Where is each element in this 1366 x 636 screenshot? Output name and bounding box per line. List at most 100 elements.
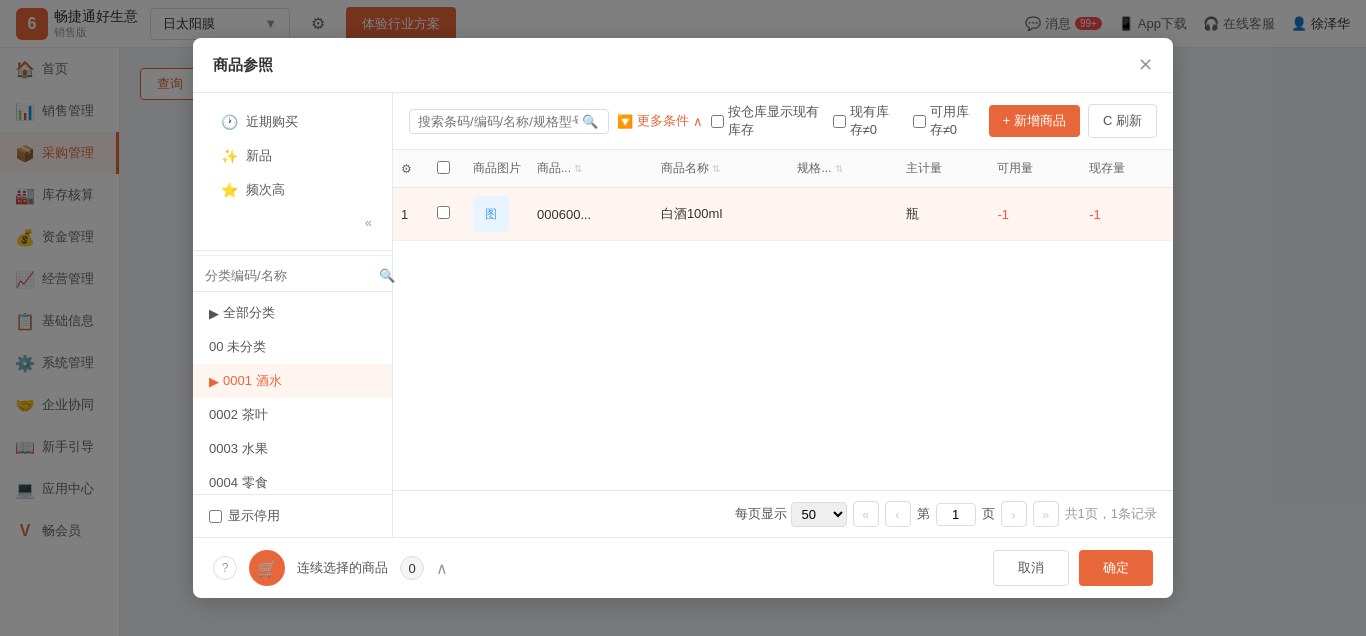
display-disabled-checkbox-wrap[interactable]: 显示停用 <box>209 507 280 525</box>
filter-conditions: 按仓库显示现有库存 现有库存≠0 可用库存≠0 <box>711 103 981 139</box>
usable-not0-label: 可用库存≠0 <box>930 103 981 139</box>
display-disabled-label: 显示停用 <box>228 507 280 525</box>
product-table: ⚙ 商品图片 商品... ⇅ <box>393 150 1173 241</box>
modal-overlay: 商品参照 ✕ 🕐 近期购买 ✨ 新品 <box>0 0 1366 636</box>
usable-not0-checkbox[interactable] <box>913 115 926 128</box>
col-settings-icon[interactable]: ⚙ <box>401 162 412 176</box>
product-name: 白酒100ml <box>661 206 722 221</box>
by-warehouse-checkbox-wrap[interactable]: 按仓库显示现有库存 <box>711 103 821 139</box>
continuous-count-badge: 0 <box>400 556 424 580</box>
category-search-input[interactable] <box>205 268 373 283</box>
spec-sort-icon: ⇅ <box>835 163 843 174</box>
image-icon: 图 <box>485 206 497 223</box>
product-search-icon[interactable]: 🔍 <box>582 114 598 129</box>
modal-title: 商品参照 <box>213 56 273 75</box>
category-search-box: 🔍 <box>193 260 392 292</box>
usable-not0-checkbox-wrap[interactable]: 可用库存≠0 <box>913 103 981 139</box>
row-name-cell: 白酒100ml <box>653 188 790 241</box>
frequent-label: 频次高 <box>246 181 285 199</box>
collapse-icon: « <box>365 215 372 230</box>
category-all[interactable]: ▶ 全部分类 <box>193 296 392 330</box>
category-all-arrow: ▶ <box>209 306 219 321</box>
row-index: 1 <box>393 188 429 241</box>
page-end-label: 页 <box>982 505 995 523</box>
right-panel: 🔍 🔽 更多条件 ∧ 按仓库显示现有库存 <box>393 93 1173 537</box>
category-uncategorized-label: 00 未分类 <box>209 338 266 356</box>
display-disabled-checkbox[interactable] <box>209 510 222 523</box>
category-fruit[interactable]: 0003 水果 <box>193 432 392 466</box>
category-tea-label: 0002 茶叶 <box>209 406 268 424</box>
product-reference-modal: 商品参照 ✕ 🕐 近期购买 ✨ 新品 <box>193 38 1173 598</box>
col-current-label: 现存量 <box>1089 161 1125 175</box>
by-warehouse-checkbox[interactable] <box>711 115 724 128</box>
next-page-button[interactable]: › <box>1001 501 1027 527</box>
left-panel: 🕐 近期购买 ✨ 新品 ⭐ 频次高 « <box>193 93 393 537</box>
by-warehouse-label: 按仓库显示现有库存 <box>728 103 821 139</box>
confirm-button[interactable]: 确定 <box>1079 550 1153 586</box>
prev-page-button[interactable]: ‹ <box>885 501 911 527</box>
new-products-item[interactable]: ✨ 新品 <box>205 139 380 173</box>
name-sort-icon: ⇅ <box>712 163 720 174</box>
refresh-button[interactable]: C 刷新 <box>1088 104 1157 138</box>
filter-icon: 🔽 <box>617 114 633 129</box>
col-unit-label: 主计量 <box>906 161 942 175</box>
add-product-button[interactable]: + 新增商品 <box>989 105 1080 137</box>
product-available: -1 <box>997 207 1009 222</box>
available-not0-checkbox[interactable] <box>833 115 846 128</box>
frequent-item[interactable]: ⭐ 频次高 <box>205 173 380 207</box>
category-snack[interactable]: 0004 零食 <box>193 466 392 494</box>
cancel-button[interactable]: 取消 <box>993 550 1069 586</box>
category-liquor-arrow: ▶ <box>209 374 219 389</box>
panel-divider <box>193 255 392 256</box>
display-disabled-section: 显示停用 <box>193 494 392 537</box>
row-image-cell: 图 <box>465 188 529 241</box>
cart-button[interactable]: 🛒 <box>249 550 285 586</box>
category-liquor[interactable]: ▶ 0001 酒水 <box>193 364 392 398</box>
filter-label: 更多条件 <box>637 112 689 130</box>
recent-purchase-label: 近期购买 <box>246 113 298 131</box>
table-row[interactable]: 1 图 000600... <box>393 188 1173 241</box>
filter-up-icon: ∧ <box>693 114 703 129</box>
quick-items-section: 🕐 近期购买 ✨ 新品 ⭐ 频次高 « <box>193 93 392 251</box>
collapse-panel-button[interactable]: « <box>205 207 380 238</box>
new-products-label: 新品 <box>246 147 272 165</box>
help-icon[interactable]: ? <box>213 556 237 580</box>
row-current-cell: -1 <box>1081 188 1173 241</box>
collapse-up-icon[interactable]: ∧ <box>436 559 448 578</box>
modal-body: 🕐 近期购买 ✨ 新品 ⭐ 频次高 « <box>193 93 1173 537</box>
col-code-label: 商品... <box>537 161 571 175</box>
col-spec-label: 规格... <box>797 161 831 175</box>
category-list: ▶ 全部分类 00 未分类 ▶ 0001 酒水 0002 茶叶 0003 水果 <box>193 292 392 494</box>
row-spec-cell <box>789 188 897 241</box>
table-header-row: ⚙ 商品图片 商品... ⇅ <box>393 150 1173 188</box>
recent-purchase-item[interactable]: 🕐 近期购买 <box>205 105 380 139</box>
row-code-cell: 000600... <box>529 188 653 241</box>
product-toolbar: 🔍 🔽 更多条件 ∧ 按仓库显示现有库存 <box>393 93 1173 150</box>
product-search-input[interactable] <box>418 114 578 129</box>
col-checkbox <box>429 150 465 188</box>
product-table-wrap: ⚙ 商品图片 商品... ⇅ <box>393 150 1173 490</box>
more-filter-button[interactable]: 🔽 更多条件 ∧ <box>617 112 703 130</box>
product-search-wrap: 🔍 <box>409 109 609 134</box>
row-select-checkbox[interactable] <box>437 206 450 219</box>
col-code-header: 商品... ⇅ <box>529 150 653 188</box>
product-code: 000600... <box>537 207 591 222</box>
col-unit-header: 主计量 <box>898 150 990 188</box>
category-uncategorized[interactable]: 00 未分类 <box>193 330 392 364</box>
modal-close-button[interactable]: ✕ <box>1138 54 1153 76</box>
first-page-button[interactable]: « <box>853 501 879 527</box>
available-not0-checkbox-wrap[interactable]: 现有库存≠0 <box>833 103 901 139</box>
page-size-select[interactable]: 50 100 200 <box>791 502 847 527</box>
category-all-label: 全部分类 <box>223 304 275 322</box>
modal-footer: ? 🛒 连续选择的商品 0 ∧ 取消 确定 <box>193 537 1173 598</box>
new-icon: ✨ <box>221 148 238 164</box>
category-fruit-label: 0003 水果 <box>209 440 268 458</box>
last-page-button[interactable]: » <box>1033 501 1059 527</box>
category-tea[interactable]: 0002 茶叶 <box>193 398 392 432</box>
select-all-checkbox[interactable] <box>437 161 450 174</box>
page-number-input[interactable] <box>936 503 976 526</box>
col-current-header: 现存量 <box>1081 150 1173 188</box>
page-label: 第 <box>917 505 930 523</box>
product-image-placeholder: 图 <box>473 196 509 232</box>
product-current: -1 <box>1089 207 1101 222</box>
